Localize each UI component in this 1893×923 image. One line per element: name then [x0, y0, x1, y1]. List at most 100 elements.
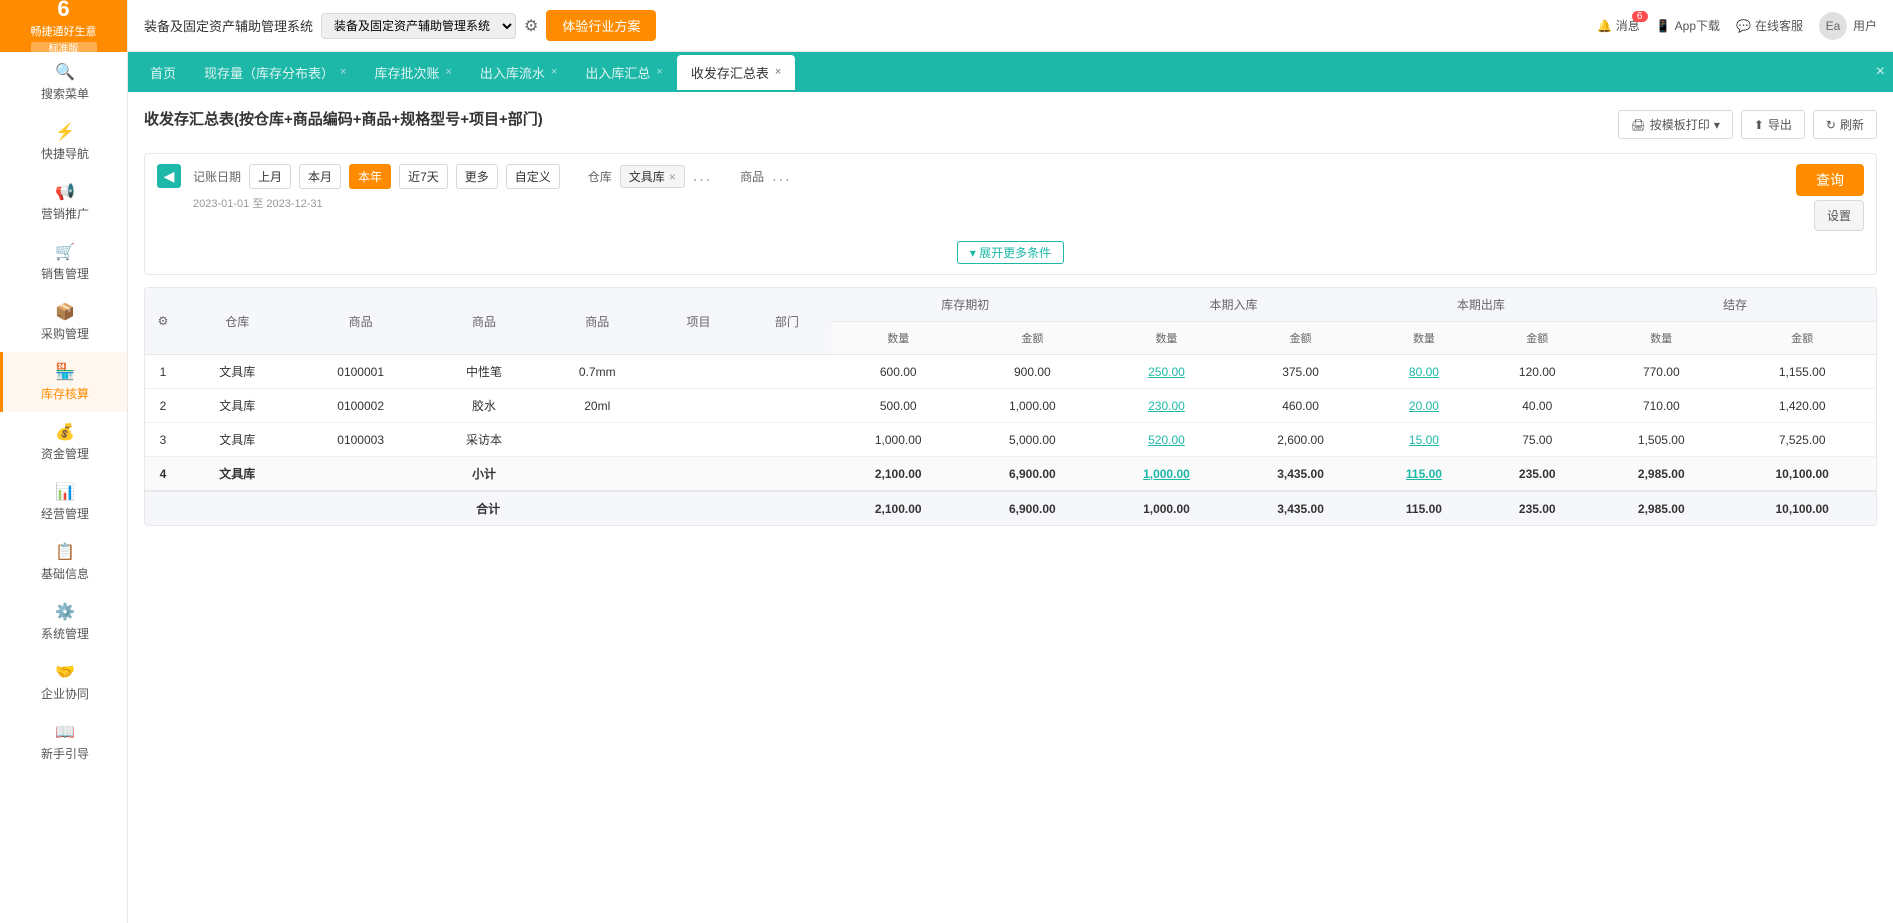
sidebar-item-operation[interactable]: 📊 经营管理: [0, 472, 127, 532]
expand-conditions-btn[interactable]: ▾ 展开更多条件: [957, 241, 1064, 264]
operation-icon: 📊: [55, 482, 75, 502]
basic-info-icon: 📋: [55, 542, 75, 562]
row-project: [654, 423, 742, 457]
sidebar-item-label: 搜索菜单: [41, 85, 89, 102]
row-bal-amt: 1,420.00: [1728, 389, 1876, 423]
tab-recv-send-summary[interactable]: 收发存汇总表 ×: [677, 55, 795, 90]
row-out-qty[interactable]: 15.00: [1368, 423, 1481, 457]
subtotal-in-amt: 3,435.00: [1234, 457, 1368, 492]
sidebar: 6 畅捷通好生意 标准版 🔍 搜索菜单 ⚡ 快捷导航 📢 营销推广 🛒 销售管理…: [0, 0, 128, 923]
col-header-gear[interactable]: ⚙: [145, 288, 181, 355]
filter-settings-btn[interactable]: 设置: [1814, 200, 1864, 231]
print-icon: 🖨: [1631, 118, 1646, 132]
col-header-bal-qty: 数量: [1594, 322, 1728, 355]
sidebar-item-inventory[interactable]: 🏪 库存核算: [0, 352, 127, 412]
col-header-open-amt: 金额: [965, 322, 1099, 355]
sidebar-item-guide[interactable]: 📖 新手引导: [0, 712, 127, 772]
guide-icon: 📖: [55, 722, 75, 742]
row-in-qty[interactable]: 520.00: [1099, 423, 1233, 457]
row-bal-qty: 770.00: [1594, 355, 1728, 389]
tab-inout-flow[interactable]: 出入库流水 ×: [466, 55, 571, 90]
online-service-btn[interactable]: 💬 在线客服: [1736, 17, 1803, 34]
goods-dots[interactable]: ...: [772, 168, 791, 186]
sidebar-item-basic-info[interactable]: 📋 基础信息: [0, 532, 127, 592]
warehouse-value: 文具库: [629, 168, 665, 185]
purchase-icon: 📦: [55, 302, 75, 322]
sidebar-item-label: 系统管理: [41, 625, 89, 642]
col-header-out: 本期出库: [1368, 288, 1595, 322]
row-bal-qty: 710.00: [1594, 389, 1728, 423]
sidebar-item-quick-nav[interactable]: ⚡ 快捷导航: [0, 112, 127, 172]
search-icon: 🔍: [55, 62, 75, 82]
tab-batch-account[interactable]: 库存批次账 ×: [360, 55, 465, 90]
sidebar-item-sales[interactable]: 🛒 销售管理: [0, 232, 127, 292]
app-logo: 6 畅捷通好生意 标准版: [0, 0, 127, 52]
date-btn-this-year[interactable]: 本年: [349, 164, 391, 189]
tab-close-icon[interactable]: ×: [445, 66, 451, 78]
tab-inout-summary[interactable]: 出入库汇总 ×: [571, 55, 676, 90]
system-selector[interactable]: 装备及固定资产辅助管理系统: [321, 13, 516, 39]
tab-close-icon[interactable]: ×: [775, 66, 781, 78]
date-btn-last-7-days[interactable]: 近7天: [399, 164, 448, 189]
row-bal-amt: 7,525.00: [1728, 423, 1876, 457]
gear-settings-icon[interactable]: ⚙: [158, 314, 169, 328]
main-content: 装备及固定资产辅助管理系统 装备及固定资产辅助管理系统 ⚙ 体验行业方案 🔔 6…: [128, 0, 1893, 923]
row-spec: [540, 423, 654, 457]
goods-label: 商品: [740, 168, 764, 185]
row-out-amt: 120.00: [1480, 355, 1594, 389]
row-out-qty[interactable]: 20.00: [1368, 389, 1481, 423]
row-name: 采访本: [428, 423, 541, 457]
sidebar-item-marketing[interactable]: 📢 营销推广: [0, 172, 127, 232]
subtotal-warehouse: 文具库: [181, 457, 294, 492]
export-btn[interactable]: ⬆ 导出: [1741, 110, 1805, 139]
tab-close-icon[interactable]: ×: [656, 66, 662, 78]
sidebar-item-enterprise[interactable]: 🤝 企业协同: [0, 652, 127, 712]
message-badge[interactable]: 🔔 6 消息: [1597, 17, 1639, 34]
gear-icon[interactable]: ⚙: [524, 16, 538, 36]
filter-toggle-btn[interactable]: ◀: [157, 164, 181, 188]
query-btn[interactable]: 查询: [1796, 164, 1864, 196]
app-download-btn[interactable]: 📱 App下载: [1656, 17, 1720, 34]
row-in-qty[interactable]: 250.00: [1099, 355, 1233, 389]
subtotal-out-amt: 235.00: [1480, 457, 1594, 492]
tab-inventory-dist[interactable]: 现存量（库存分布表） ×: [190, 55, 360, 90]
tab-home[interactable]: 首页: [136, 55, 190, 90]
warehouse-tag-close[interactable]: ×: [669, 170, 676, 184]
sidebar-item-label: 基础信息: [41, 565, 89, 582]
export-icon: ⬆: [1754, 118, 1764, 132]
user-area[interactable]: Ea 用户: [1819, 12, 1877, 40]
subtotal-spec: [540, 457, 654, 492]
message-count: 6: [1632, 11, 1648, 22]
date-btn-last-month[interactable]: 上月: [249, 164, 291, 189]
row-dept: [743, 355, 831, 389]
sidebar-item-finance[interactable]: 💰 资金管理: [0, 412, 127, 472]
print-template-btn[interactable]: 🖨 按模板打印 ▾: [1618, 110, 1733, 139]
col-header-opening: 库存期初: [831, 288, 1099, 322]
subtotal-name: 小计: [428, 457, 541, 492]
refresh-btn[interactable]: ↻ 刷新: [1813, 110, 1877, 139]
row-in-qty[interactable]: 230.00: [1099, 389, 1233, 423]
enterprise-icon: 🤝: [55, 662, 75, 682]
sidebar-item-system[interactable]: ⚙️ 系统管理: [0, 592, 127, 652]
tab-close-icon[interactable]: ×: [551, 66, 557, 78]
subtotal-out-qty[interactable]: 115.00: [1368, 457, 1481, 492]
warehouse-dots[interactable]: ...: [693, 168, 712, 186]
sidebar-item-label: 快捷导航: [41, 145, 89, 162]
row-out-qty[interactable]: 80.00: [1368, 355, 1481, 389]
sidebar-item-label: 库存核算: [41, 385, 89, 402]
sidebar-item-purchase[interactable]: 📦 采购管理: [0, 292, 127, 352]
user-initials: Ea: [1826, 19, 1841, 33]
subtotal-in-qty[interactable]: 1,000.00: [1099, 457, 1233, 492]
footer-out-qty: 115.00: [1368, 491, 1481, 525]
sidebar-item-label: 新手引导: [41, 745, 89, 762]
tab-close-icon[interactable]: ×: [340, 66, 346, 78]
date-label: 记账日期: [193, 168, 241, 185]
experience-btn[interactable]: 体验行业方案: [546, 10, 656, 41]
date-btn-more[interactable]: 更多: [456, 164, 498, 189]
date-btn-custom[interactable]: 自定义: [506, 164, 560, 189]
close-all-tabs-btn[interactable]: ×: [1876, 63, 1885, 81]
tab-label: 出入库汇总: [585, 63, 650, 82]
row-bal-amt: 1,155.00: [1728, 355, 1876, 389]
date-btn-this-month[interactable]: 本月: [299, 164, 341, 189]
sidebar-item-search[interactable]: 🔍 搜索菜单: [0, 52, 127, 112]
